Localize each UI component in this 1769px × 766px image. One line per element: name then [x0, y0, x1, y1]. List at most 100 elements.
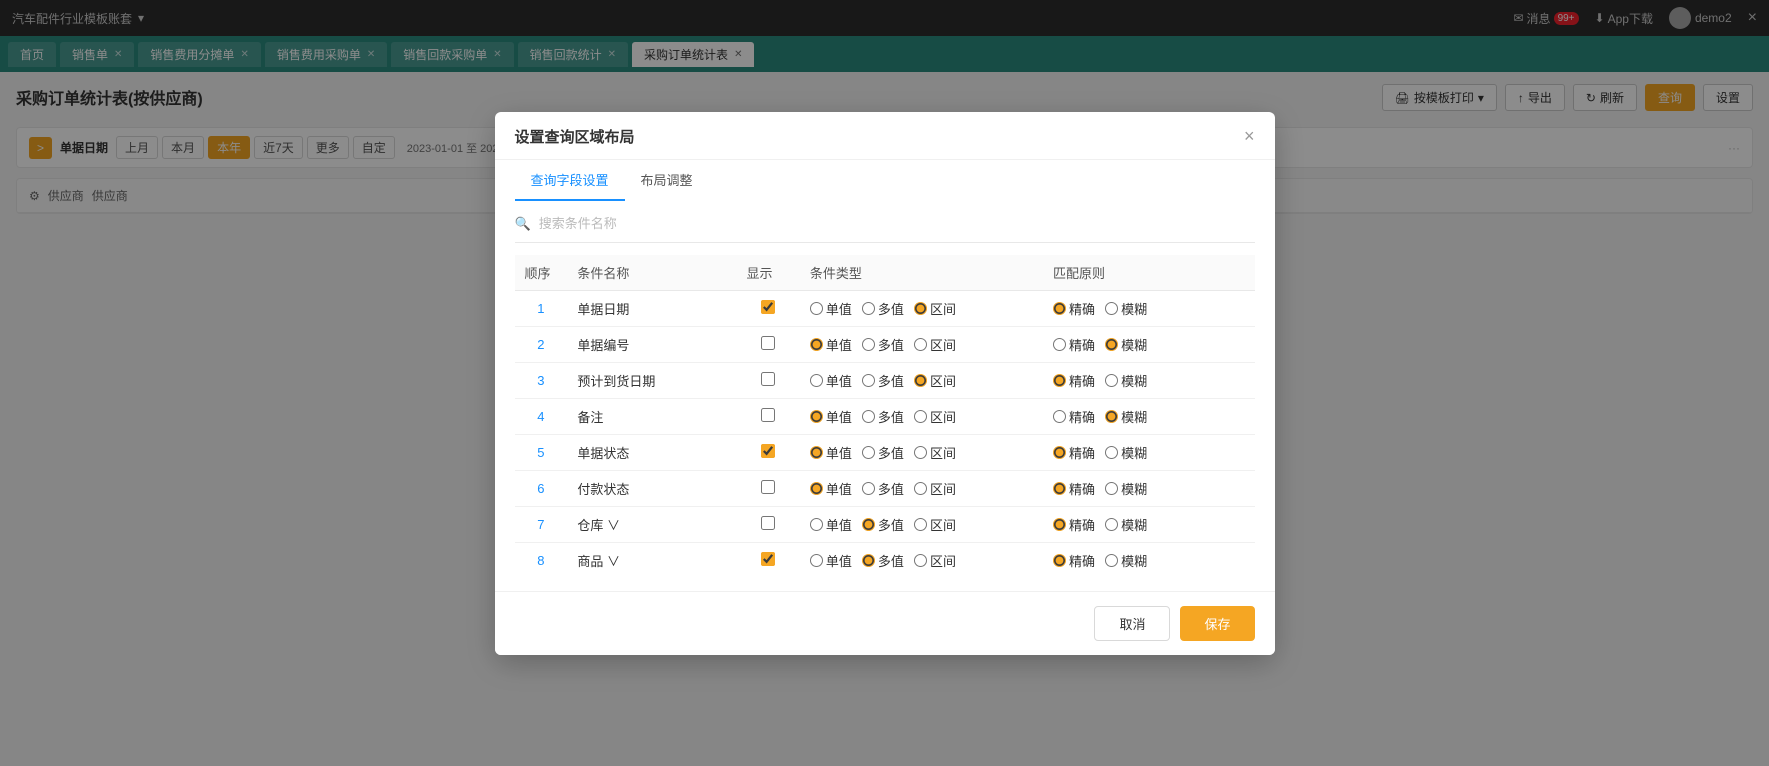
row-show-checkbox[interactable]	[761, 552, 775, 566]
match-radio[interactable]	[1053, 482, 1066, 495]
th-show: 显示	[736, 255, 799, 291]
row-show-checkbox[interactable]	[761, 444, 775, 458]
type-radio[interactable]	[862, 554, 875, 567]
match-radio-item[interactable]: 模糊	[1105, 371, 1147, 390]
type-radio[interactable]	[810, 410, 823, 423]
row-show-checkbox[interactable]	[761, 300, 775, 314]
match-radio[interactable]	[1053, 554, 1066, 567]
th-match: 匹配原则	[1043, 255, 1254, 291]
match-radio-item[interactable]: 精确	[1053, 371, 1095, 390]
type-radio-item[interactable]: 多值	[862, 479, 904, 498]
match-radio[interactable]	[1105, 374, 1118, 387]
type-radio-item[interactable]: 单值	[810, 443, 852, 462]
type-radio-item[interactable]: 单值	[810, 515, 852, 534]
row-seq: 8	[515, 542, 568, 575]
type-radio[interactable]	[862, 518, 875, 531]
type-radio[interactable]	[914, 410, 927, 423]
modal-tab-layout[interactable]: 布局调整	[625, 160, 709, 201]
type-radio[interactable]	[914, 554, 927, 567]
type-radio[interactable]	[914, 446, 927, 459]
match-radio[interactable]	[1053, 410, 1066, 423]
modal-close-btn[interactable]: ×	[1244, 127, 1255, 157]
type-radio-item[interactable]: 多值	[862, 443, 904, 462]
match-radio-item[interactable]: 模糊	[1105, 443, 1147, 462]
match-radio-item[interactable]: 模糊	[1105, 407, 1147, 426]
type-radio-item[interactable]: 单值	[810, 407, 852, 426]
match-radio-item[interactable]: 模糊	[1105, 551, 1147, 570]
type-radio-item[interactable]: 多值	[862, 299, 904, 318]
match-radio[interactable]	[1105, 482, 1118, 495]
type-radio[interactable]	[862, 410, 875, 423]
type-radio[interactable]	[862, 374, 875, 387]
type-radio[interactable]	[810, 518, 823, 531]
type-radio-item[interactable]: 多值	[862, 335, 904, 354]
type-radio[interactable]	[862, 302, 875, 315]
type-radio[interactable]	[914, 482, 927, 495]
match-radio-item[interactable]: 精确	[1053, 299, 1095, 318]
type-radio-item[interactable]: 区间	[914, 515, 956, 534]
match-radio[interactable]	[1105, 410, 1118, 423]
type-radio-item[interactable]: 多值	[862, 407, 904, 426]
cancel-button[interactable]: 取消	[1094, 606, 1170, 641]
match-radio[interactable]	[1053, 374, 1066, 387]
type-radio-item[interactable]: 区间	[914, 299, 956, 318]
type-radio-item[interactable]: 区间	[914, 551, 956, 570]
row-show-checkbox[interactable]	[761, 480, 775, 494]
match-radio-item[interactable]: 模糊	[1105, 515, 1147, 534]
type-radio-item[interactable]: 区间	[914, 479, 956, 498]
type-radio[interactable]	[862, 446, 875, 459]
type-radio-item[interactable]: 多值	[862, 551, 904, 570]
type-radio[interactable]	[862, 338, 875, 351]
type-radio-item[interactable]: 单值	[810, 335, 852, 354]
row-match-cell: 精确模糊	[1043, 542, 1254, 575]
type-radio[interactable]	[810, 374, 823, 387]
match-radio-item[interactable]: 精确	[1053, 443, 1095, 462]
type-radio-item[interactable]: 区间	[914, 335, 956, 354]
type-radio-item[interactable]: 多值	[862, 515, 904, 534]
type-radio[interactable]	[914, 518, 927, 531]
row-show-checkbox[interactable]	[761, 336, 775, 350]
row-show-checkbox[interactable]	[761, 516, 775, 530]
match-radio[interactable]	[1053, 446, 1066, 459]
type-radio[interactable]	[914, 338, 927, 351]
type-radio[interactable]	[810, 482, 823, 495]
match-radio-item[interactable]: 精确	[1053, 407, 1095, 426]
match-radio-item[interactable]: 模糊	[1105, 479, 1147, 498]
row-show-checkbox[interactable]	[761, 372, 775, 386]
type-radio-item[interactable]: 单值	[810, 299, 852, 318]
match-radio[interactable]	[1053, 302, 1066, 315]
type-radio-item[interactable]: 单值	[810, 479, 852, 498]
match-radio-item[interactable]: 精确	[1053, 515, 1095, 534]
match-radio-item[interactable]: 精确	[1053, 335, 1095, 354]
type-radio-item[interactable]: 区间	[914, 371, 956, 390]
save-button[interactable]: 保存	[1180, 606, 1254, 641]
match-radio-item[interactable]: 模糊	[1105, 299, 1147, 318]
type-radio-item[interactable]: 多值	[862, 371, 904, 390]
type-radio-item[interactable]: 区间	[914, 407, 956, 426]
match-radio-item[interactable]: 精确	[1053, 479, 1095, 498]
match-radio-item[interactable]: 模糊	[1105, 335, 1147, 354]
type-radio-item[interactable]: 单值	[810, 551, 852, 570]
type-radio[interactable]	[810, 338, 823, 351]
th-seq: 顺序	[515, 255, 568, 291]
match-radio[interactable]	[1105, 446, 1118, 459]
type-radio-item[interactable]: 区间	[914, 443, 956, 462]
type-radio[interactable]	[862, 482, 875, 495]
type-radio-item[interactable]: 单值	[810, 371, 852, 390]
type-radio[interactable]	[810, 554, 823, 567]
type-radio[interactable]	[914, 374, 927, 387]
match-radio[interactable]	[1105, 518, 1118, 531]
match-radio[interactable]	[1053, 338, 1066, 351]
type-radio[interactable]	[810, 302, 823, 315]
match-radio-item[interactable]: 精确	[1053, 551, 1095, 570]
match-radio[interactable]	[1105, 338, 1118, 351]
row-show-checkbox-cell	[736, 326, 799, 362]
match-radio[interactable]	[1105, 302, 1118, 315]
modal-tab-query-fields[interactable]: 查询字段设置	[515, 160, 625, 201]
match-radio[interactable]	[1053, 518, 1066, 531]
row-show-checkbox[interactable]	[761, 408, 775, 422]
type-radio[interactable]	[810, 446, 823, 459]
type-radio[interactable]	[914, 302, 927, 315]
search-input[interactable]	[539, 216, 1255, 231]
match-radio[interactable]	[1105, 554, 1118, 567]
